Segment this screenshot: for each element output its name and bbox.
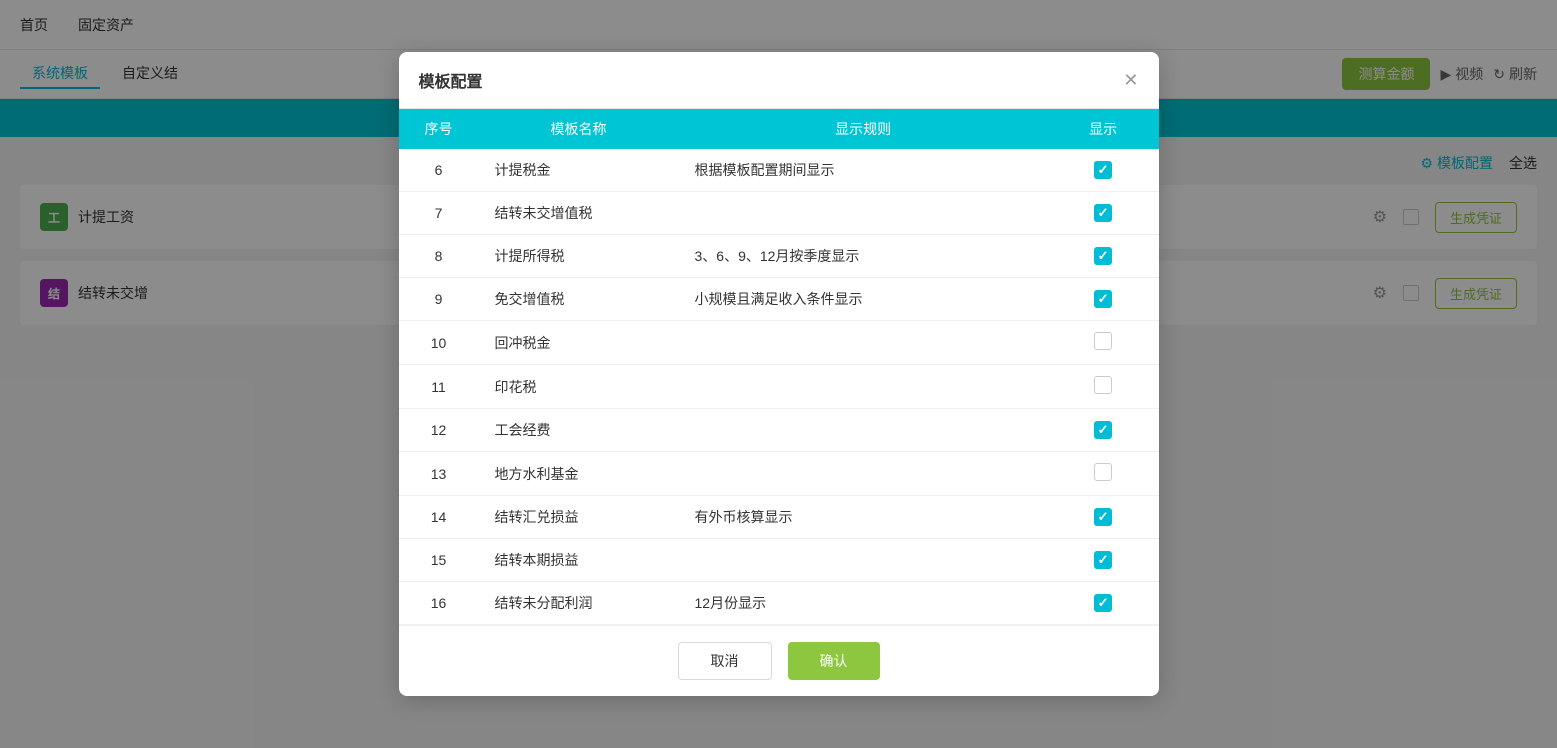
checkbox-checked[interactable] (1094, 247, 1112, 265)
table-row: 16结转未分配利润12月份显示 (399, 582, 1159, 625)
row-rule: 3、6、9、12月按季度显示 (679, 235, 1048, 278)
checkbox-unchecked[interactable] (1094, 376, 1112, 394)
table-row: 9免交增值税小规模且满足收入条件显示 (399, 278, 1159, 321)
confirm-button[interactable]: 确认 (788, 642, 880, 680)
cancel-button[interactable]: 取消 (678, 642, 772, 680)
row-display[interactable] (1048, 496, 1159, 539)
checkbox-unchecked[interactable] (1094, 463, 1112, 481)
col-header-display: 显示 (1048, 109, 1159, 149)
checkbox-checked[interactable] (1094, 594, 1112, 612)
row-rule (679, 539, 1048, 582)
row-id: 12 (399, 409, 479, 452)
table-row: 15结转本期损益 (399, 539, 1159, 582)
table-row: 10回冲税金 (399, 321, 1159, 365)
row-display[interactable] (1048, 149, 1159, 192)
row-display[interactable] (1048, 582, 1159, 625)
row-display[interactable] (1048, 192, 1159, 235)
row-id: 14 (399, 496, 479, 539)
row-display[interactable] (1048, 235, 1159, 278)
row-name: 印花税 (479, 365, 679, 409)
row-id: 8 (399, 235, 479, 278)
row-name: 计提税金 (479, 149, 679, 192)
row-name: 工会经费 (479, 409, 679, 452)
row-name: 结转汇兑损益 (479, 496, 679, 539)
row-name: 地方水利基金 (479, 452, 679, 496)
row-rule: 有外币核算显示 (679, 496, 1048, 539)
row-id: 6 (399, 149, 479, 192)
row-rule (679, 409, 1048, 452)
checkbox-unchecked[interactable] (1094, 332, 1112, 350)
table-row: 6计提税金根据模板配置期间显示 (399, 149, 1159, 192)
col-header-rule: 显示规则 (679, 109, 1048, 149)
row-name: 结转未分配利润 (479, 582, 679, 625)
row-name: 计提所得税 (479, 235, 679, 278)
table-row: 8计提所得税3、6、9、12月按季度显示 (399, 235, 1159, 278)
modal-title: 模板配置 (419, 68, 483, 92)
row-rule (679, 452, 1048, 496)
config-table: 序号 模板名称 显示规则 显示 6计提税金根据模板配置期间显示7结转未交增值税8… (399, 109, 1159, 625)
col-header-id: 序号 (399, 109, 479, 149)
modal-table-container: 序号 模板名称 显示规则 显示 6计提税金根据模板配置期间显示7结转未交增值税8… (399, 109, 1159, 625)
row-rule (679, 321, 1048, 365)
modal-template-config: 模板配置 ✕ 序号 模板名称 显示规则 显示 6计提税金根据模板配置期间显示7结… (399, 52, 1159, 696)
table-row: 11印花税 (399, 365, 1159, 409)
row-name: 免交增值税 (479, 278, 679, 321)
row-display[interactable] (1048, 278, 1159, 321)
row-name: 回冲税金 (479, 321, 679, 365)
checkbox-checked[interactable] (1094, 551, 1112, 569)
table-row: 13地方水利基金 (399, 452, 1159, 496)
row-id: 15 (399, 539, 479, 582)
row-id: 7 (399, 192, 479, 235)
checkbox-checked[interactable] (1094, 204, 1112, 222)
col-header-name: 模板名称 (479, 109, 679, 149)
row-rule: 根据模板配置期间显示 (679, 149, 1048, 192)
row-id: 11 (399, 365, 479, 409)
table-row: 7结转未交增值税 (399, 192, 1159, 235)
checkbox-checked[interactable] (1094, 421, 1112, 439)
row-display[interactable] (1048, 365, 1159, 409)
table-row: 12工会经费 (399, 409, 1159, 452)
checkbox-checked[interactable] (1094, 161, 1112, 179)
table-body: 6计提税金根据模板配置期间显示7结转未交增值税8计提所得税3、6、9、12月按季… (399, 149, 1159, 625)
checkbox-checked[interactable] (1094, 508, 1112, 526)
row-display[interactable] (1048, 321, 1159, 365)
modal-header: 模板配置 ✕ (399, 52, 1159, 109)
row-display[interactable] (1048, 539, 1159, 582)
modal-footer: 取消 确认 (399, 625, 1159, 696)
row-name: 结转本期损益 (479, 539, 679, 582)
row-display[interactable] (1048, 452, 1159, 496)
modal-close-button[interactable]: ✕ (1123, 71, 1138, 89)
row-id: 10 (399, 321, 479, 365)
checkbox-checked[interactable] (1094, 290, 1112, 308)
row-rule: 12月份显示 (679, 582, 1048, 625)
row-rule: 小规模且满足收入条件显示 (679, 278, 1048, 321)
row-id: 16 (399, 582, 479, 625)
row-rule (679, 192, 1048, 235)
row-id: 13 (399, 452, 479, 496)
row-id: 9 (399, 278, 479, 321)
row-display[interactable] (1048, 409, 1159, 452)
row-name: 结转未交增值税 (479, 192, 679, 235)
table-header-row: 序号 模板名称 显示规则 显示 (399, 109, 1159, 149)
table-row: 14结转汇兑损益有外币核算显示 (399, 496, 1159, 539)
row-rule (679, 365, 1048, 409)
modal-overlay: 模板配置 ✕ 序号 模板名称 显示规则 显示 6计提税金根据模板配置期间显示7结… (0, 0, 1557, 748)
